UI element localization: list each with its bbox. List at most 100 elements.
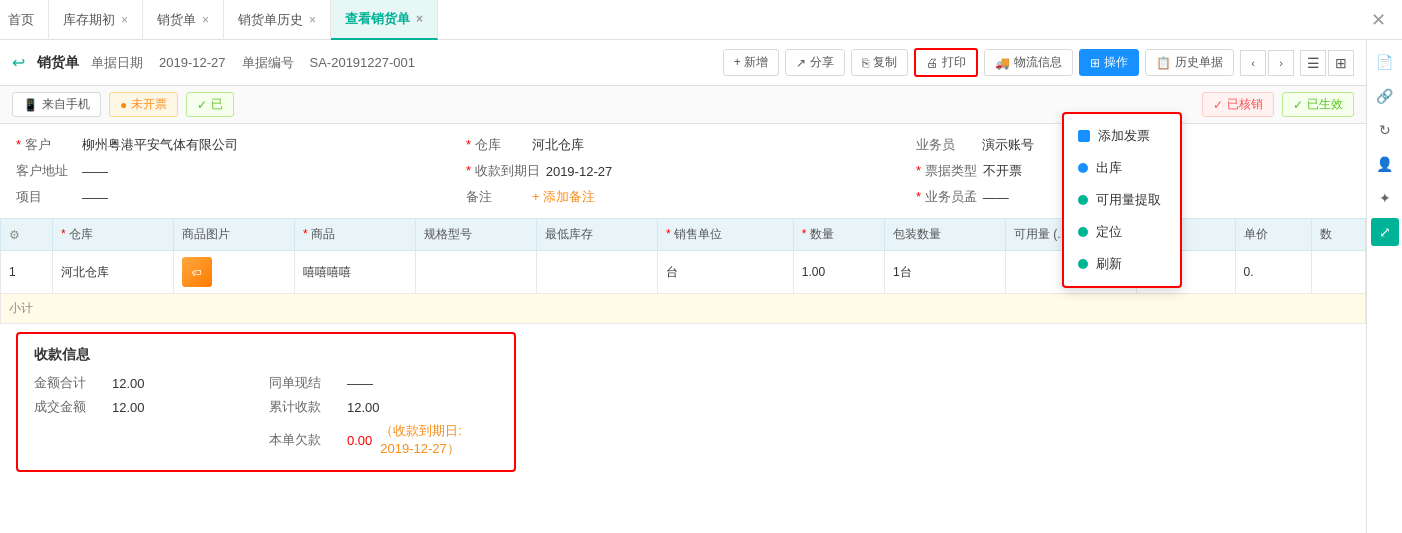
cumulative-row: 累计收款 12.00 (269, 398, 498, 416)
staff-label: 业务员 (916, 136, 976, 154)
date-value: 2019-12-27 (159, 55, 226, 70)
refresh-icon (1078, 259, 1088, 269)
from-phone-button[interactable]: 📱 来自手机 (12, 92, 101, 117)
deal-amount-label: 成交金额 (34, 398, 104, 416)
tab-home[interactable]: 首页 (8, 0, 49, 40)
tab-sales-history[interactable]: 销货单历史 × (224, 0, 331, 40)
project-label: 项目 (16, 188, 76, 206)
tab-close-history[interactable]: × (309, 13, 316, 27)
toolbar: ↩ 销货单 单据日期 2019-12-27 单据编号 SA-20191227-0… (0, 40, 1366, 86)
sidebar-expand-icon: ⤢ (1379, 224, 1391, 240)
sidebar-user-button[interactable]: 👤 (1371, 150, 1399, 178)
staff-value: 演示账号 (982, 136, 1034, 154)
list-view-button[interactable]: ☰ (1300, 50, 1326, 76)
copy-button[interactable]: ⎘ 复制 (851, 49, 908, 76)
ticket-value: 不开票 (983, 162, 1022, 180)
tab-close-view[interactable]: × (416, 12, 423, 26)
ticket-icon: ● (120, 98, 127, 112)
col-unit: 销售单位 (657, 219, 793, 251)
sidebar-sync-icon: ↻ (1379, 122, 1391, 138)
row-no: 1 (1, 251, 53, 294)
customer-row: 客户 柳州粤港平安气体有限公司 (16, 136, 450, 154)
tab-view-sales[interactable]: 查看销货单 × (331, 0, 438, 40)
subtotal-label: 小计 (1, 294, 1366, 324)
not-open-button[interactable]: ● 未开票 (109, 92, 178, 117)
sidebar-star-button[interactable]: ✦ (1371, 184, 1399, 212)
total-value: 12.00 (112, 376, 145, 391)
due-note: （收款到期日: 2019-12-27） (380, 422, 498, 458)
grid-view-button[interactable]: ⊞ (1328, 50, 1354, 76)
note-row: 备注 添加备注 (466, 188, 900, 206)
due-label: 本单欠款 (269, 431, 339, 449)
single-settle-label: 同单现结 (269, 374, 339, 392)
print-button[interactable]: 🖨 打印 (914, 48, 978, 77)
toolbar-left: ↩ 销货单 单据日期 2019-12-27 单据编号 SA-20191227-0… (12, 53, 415, 72)
add-note-button[interactable]: 添加备注 (532, 188, 595, 206)
sidebar-expand-button[interactable]: ⤢ (1371, 218, 1399, 246)
project-row: 项目 —— (16, 188, 450, 206)
operate-button[interactable]: ⊞ 操作 (1079, 49, 1139, 76)
prev-button[interactable]: ‹ (1240, 50, 1266, 76)
main-wrapper: ↩ 销货单 单据日期 2019-12-27 单据编号 SA-20191227-0… (0, 40, 1402, 533)
locate-item[interactable]: 定位 (1064, 216, 1180, 248)
add-invoice-icon (1078, 130, 1090, 142)
tab-close-inventory[interactable]: × (121, 13, 128, 27)
row-product: 嘻嘻嘻嘻 (295, 251, 416, 294)
col-image: 商品图片 (174, 219, 295, 251)
row-pack-qty: 1台 (885, 251, 1006, 294)
payment-grid: 金额合计 12.00 同单现结 —— 成交金额 12.00 累计收款 12.00 (34, 374, 498, 458)
col-amount: 数 (1311, 219, 1365, 251)
col-settings[interactable]: ⚙ (1, 219, 53, 251)
outbound-item[interactable]: 出库 (1064, 152, 1180, 184)
payment-date-label: 收款到期日 (466, 162, 540, 180)
due-value: 0.00 (347, 433, 372, 448)
note-label: 备注 (466, 188, 526, 206)
single-settle-value: —— (347, 376, 373, 391)
refresh-item[interactable]: 刷新 (1064, 248, 1180, 280)
deal-amount-row: 成交金额 12.00 (34, 398, 263, 416)
share-icon: ↗ (796, 56, 806, 70)
tab-sales-order[interactable]: 销货单 × (143, 0, 224, 40)
no-value: SA-20191227-001 (310, 55, 416, 70)
tab-bar-close-button[interactable]: ✕ (1363, 9, 1394, 31)
print-icon: 🖨 (926, 56, 938, 70)
check-button[interactable]: ✓ 已 (186, 92, 234, 117)
single-settle-row: 同单现结 —— (269, 374, 498, 392)
due-row: 本单欠款 0.00 （收款到期日: 2019-12-27） (269, 422, 498, 458)
cumulative-value: 12.00 (347, 400, 380, 415)
row-spec (416, 251, 537, 294)
row-price: 0. (1235, 251, 1311, 294)
tab-inventory-init[interactable]: 库存期初 × (49, 0, 143, 40)
salesperson-value: —— (983, 190, 1009, 205)
logistics-button[interactable]: 🚚 物流信息 (984, 49, 1073, 76)
payment-title: 收款信息 (34, 346, 498, 364)
address-label: 客户地址 (16, 162, 76, 180)
row-image: 🏷 (174, 251, 295, 294)
sidebar-sync-button[interactable]: ↻ (1371, 116, 1399, 144)
doc-title: 销货单 (37, 54, 79, 72)
tab-close-sales[interactable]: × (202, 13, 209, 27)
next-button[interactable]: › (1268, 50, 1294, 76)
sidebar-doc-button[interactable]: 📄 (1371, 48, 1399, 76)
warehouse-value: 河北仓库 (532, 136, 584, 154)
col-price: 单价 (1235, 219, 1311, 251)
available-qty-item[interactable]: 可用量提取 (1064, 184, 1180, 216)
sidebar-link-button[interactable]: 🔗 (1371, 82, 1399, 110)
view-icons: ☰ ⊞ (1300, 50, 1354, 76)
history-button[interactable]: 📋 历史单据 (1145, 49, 1234, 76)
available-qty-icon (1078, 195, 1088, 205)
payment-info-box: 收款信息 金额合计 12.00 同单现结 —— 成交金额 12.00 累计收款 … (16, 332, 516, 472)
cumulative-label: 累计收款 (269, 398, 339, 416)
col-qty: 数量 (793, 219, 884, 251)
warehouse-label: 仓库 (466, 136, 526, 154)
add-invoice-item[interactable]: 添加发票 (1064, 120, 1180, 152)
sidebar-star-icon: ✦ (1379, 190, 1391, 206)
logistics-icon: 🚚 (995, 56, 1010, 70)
new-button[interactable]: + 新增 (723, 49, 779, 76)
copy-icon: ⎘ (862, 56, 869, 70)
share-button[interactable]: ↗ 分享 (785, 49, 845, 76)
customer-value: 柳州粤港平安气体有限公司 (82, 136, 238, 154)
address-value: —— (82, 164, 108, 179)
sold-check-icon: ✓ (1213, 98, 1223, 112)
col-spec: 规格型号 (416, 219, 537, 251)
